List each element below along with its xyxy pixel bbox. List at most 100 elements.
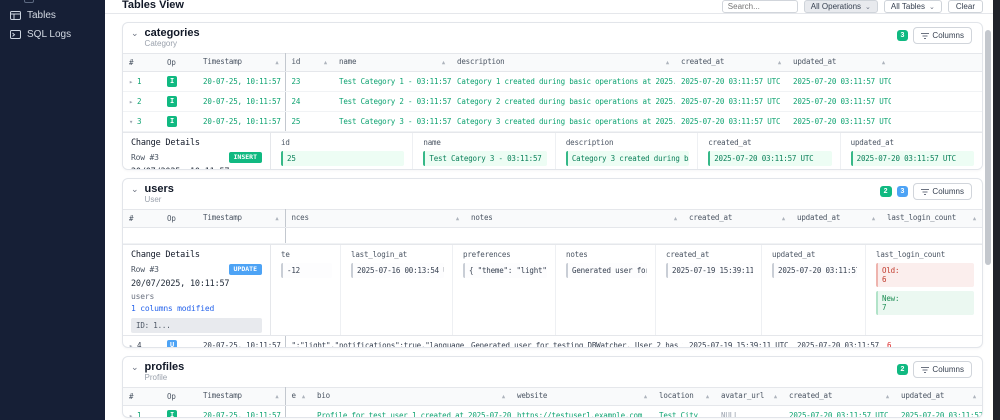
columns-button[interactable]: Columns: [913, 27, 972, 44]
sort-asc-icon: ▲: [301, 394, 305, 400]
clear-button[interactable]: Clear: [947, 0, 983, 13]
sort-asc-icon: ▲: [881, 60, 885, 66]
op-insert-badge: I: [167, 76, 178, 87]
cell-op: I: [161, 71, 197, 92]
table-row[interactable]: ▸ 1 I 20-07-25, 10:11:57 23 Test Category…: [123, 71, 982, 92]
operations-filter-dropdown[interactable]: All Operations ⌄: [803, 0, 878, 13]
col-num[interactable]: #: [123, 53, 161, 72]
vertical-scrollbar[interactable]: [985, 30, 991, 265]
cell-name: Test Category 2 - 03:11:57: [333, 91, 451, 112]
chevron-down-icon: ⌄: [865, 3, 871, 11]
col-num[interactable]: #: [123, 209, 161, 228]
sort-asc-icon: ▲: [673, 216, 677, 222]
sort-asc-icon: ▲: [871, 216, 875, 222]
insert-op-badge: INSERT: [228, 152, 262, 163]
cell-e: [285, 405, 311, 417]
change-details-panel: Change Details Row #3 UPDATE 20/07/2025,…: [123, 244, 982, 336]
col-description[interactable]: description ▲: [451, 53, 675, 72]
sort-asc-icon: ▲: [665, 60, 669, 66]
row-expand-icon[interactable]: ▸: [129, 412, 133, 418]
cell-updated-at: 2025-07-20 03:11:57 UTC: [791, 336, 881, 347]
insert-count-badge: 2: [879, 186, 892, 197]
col-timestamp[interactable]: Timestamp ▲: [197, 387, 286, 406]
sort-asc-icon: ▲: [972, 394, 976, 400]
cell-id: 23: [285, 71, 333, 92]
sort-asc-icon: ▲: [455, 216, 459, 222]
col-bio[interactable]: bio ▲: [311, 387, 511, 406]
change-field: te -12: [271, 245, 341, 335]
cell-num: ▸ 2: [123, 91, 161, 112]
sort-asc-icon: ▲: [441, 60, 445, 66]
col-op[interactable]: Op: [161, 53, 197, 72]
collapse-chevron-icon[interactable]: ⌄: [131, 28, 139, 38]
table-row[interactable]: ▾ 3 I 20-07-25, 10:11:57 25 Test Category…: [123, 111, 982, 132]
row-expand-icon[interactable]: ▾: [129, 118, 133, 126]
cell-op: I: [161, 405, 197, 417]
sort-asc-icon: ▲: [972, 216, 976, 222]
change-field: updated_at 2025-07-20 03:11:57 UTC: [841, 133, 982, 169]
record-id-chip: ID: 1...: [131, 318, 262, 333]
col-id[interactable]: id ▲: [285, 53, 333, 72]
op-insert-badge: I: [167, 116, 178, 127]
sort-asc-icon: ▲: [705, 394, 709, 400]
row-label: Row #3: [131, 153, 159, 162]
table-row[interactable]: ▸ 2 I 20-07-25, 10:11:57 24 Test Category…: [123, 91, 982, 112]
columns-button[interactable]: Columns: [913, 361, 972, 378]
col-timestamp[interactable]: Timestamp ▲: [197, 209, 286, 228]
col-e[interactable]: e ▲: [285, 387, 311, 406]
profiles-table: # Op Timestamp ▲ e ▲ bio ▲ website ▲ locatio…: [123, 387, 982, 418]
col-location[interactable]: location ▲: [653, 387, 715, 406]
col-updated-at[interactable]: updated_at ▲: [791, 209, 881, 228]
filter-icon: [921, 366, 930, 373]
filter-icon: [921, 32, 930, 39]
col-created-at[interactable]: created_at ▲: [683, 209, 791, 228]
sidebar-item-tables[interactable]: Tables: [0, 6, 105, 25]
section-title: users: [144, 183, 174, 195]
col-website[interactable]: website ▲: [511, 387, 653, 406]
table-section-users: ⌄ users User 2 3 Columns # Op Timestamp …: [122, 178, 983, 348]
cropped-icon-fragment: [24, 0, 34, 3]
sidebar-item-sql-logs[interactable]: SQL Logs: [0, 25, 105, 44]
chevron-down-icon: ⌄: [929, 3, 935, 11]
section-subtitle: Profile: [144, 373, 168, 382]
change-table-name: users: [131, 292, 155, 301]
columns-button[interactable]: Columns: [913, 183, 972, 200]
cell-updated-at: 2025-07-20 03:11:57 UTC: [787, 91, 891, 112]
col-updated-at[interactable]: updated_at ▲: [895, 387, 982, 406]
op-insert-badge: I: [167, 410, 178, 417]
row-label: Row #3: [131, 265, 159, 274]
collapse-chevron-icon[interactable]: ⌄: [131, 362, 139, 372]
cell-description: Category 2 created during basic operatio…: [451, 91, 675, 112]
col-created-at[interactable]: created_at ▲: [675, 53, 787, 72]
new-value-box: New: 7: [876, 291, 974, 315]
sort-asc-icon: ▲: [275, 60, 279, 66]
row-expand-icon[interactable]: ▸: [129, 98, 133, 106]
col-preferences[interactable]: nces ▲: [285, 209, 465, 228]
col-op[interactable]: Op: [161, 387, 197, 406]
table-section-profiles: ⌄ profiles Profile 2 Columns # Op Timest…: [122, 356, 983, 418]
col-created-at[interactable]: created_at ▲: [783, 387, 895, 406]
collapse-chevron-icon[interactable]: ⌄: [131, 184, 139, 194]
col-op[interactable]: Op: [161, 209, 197, 228]
row-expand-icon[interactable]: ▸: [129, 342, 133, 348]
tables-filter-dropdown[interactable]: All Tables ⌄: [883, 0, 942, 13]
col-timestamp[interactable]: Timestamp ▲: [197, 53, 286, 72]
search-input[interactable]: [721, 0, 798, 13]
cell-created-at: 2025-07-20 03:11:57 UTC: [675, 111, 787, 132]
filter-icon: [921, 188, 930, 195]
table-row[interactable]: ▸ 4 U 20-07-25, 10:11:57 ":"light","notif…: [123, 336, 982, 348]
table-row[interactable]: ▸ 1 I 20-07-25, 10:11:57 Profile for test…: [123, 405, 982, 418]
col-name[interactable]: name ▲: [333, 53, 451, 72]
sort-asc-icon: ▲: [781, 216, 785, 222]
col-notes[interactable]: notes ▲: [465, 209, 683, 228]
old-value-box: Old: 6: [876, 263, 974, 287]
table-header-row: # Op Timestamp ▲ id ▲ name ▲ description ▲ c…: [123, 53, 982, 72]
change-timestamp: 20/07/2025, 10:11:57: [131, 279, 230, 289]
partial-row[interactable]: [123, 227, 982, 244]
col-updated-at[interactable]: updated_at ▲: [787, 53, 891, 72]
col-avatar-url[interactable]: avatar_url ▲: [715, 387, 783, 406]
col-last-login-count[interactable]: last_login_count ▲: [881, 209, 982, 228]
col-num[interactable]: #: [123, 387, 161, 406]
row-expand-icon[interactable]: ▸: [129, 78, 133, 86]
cell-id: 25: [285, 111, 333, 132]
